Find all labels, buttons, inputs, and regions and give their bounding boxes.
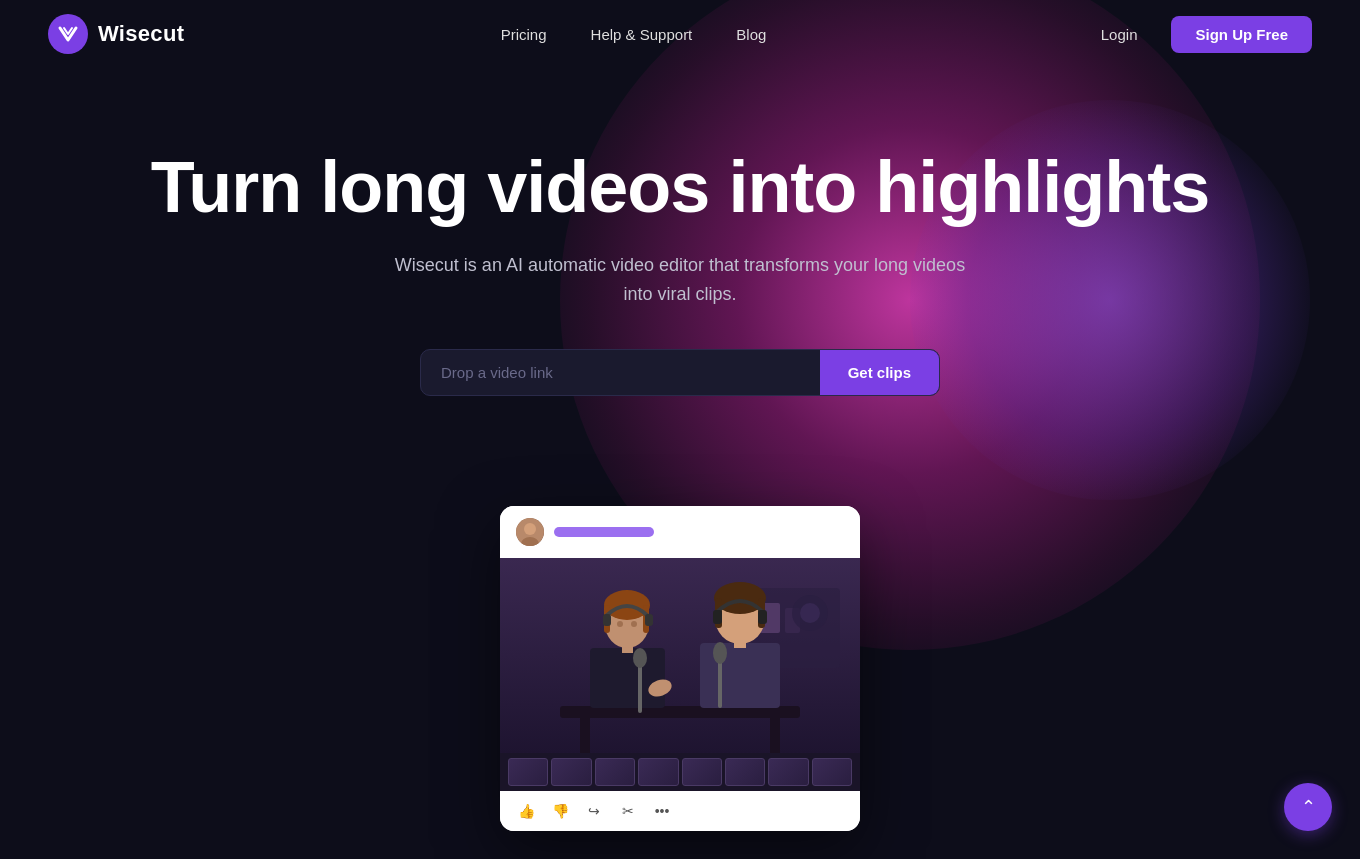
video-title-bar	[554, 527, 654, 537]
hero-section: Turn long videos into highlights Wisecut…	[0, 68, 1360, 506]
timeline-thumb-5	[682, 758, 722, 786]
timeline-thumb-4	[638, 758, 678, 786]
nav-link-blog[interactable]: Blog	[718, 18, 784, 51]
nav-link-pricing[interactable]: Pricing	[483, 18, 565, 51]
like-icon[interactable]: 👍	[516, 801, 536, 821]
svg-rect-13	[770, 716, 780, 753]
nav-right: Login Sign Up Free	[1083, 16, 1312, 53]
video-card: 👍 👎 ↪ ✂ •••	[500, 506, 860, 831]
get-clips-button[interactable]: Get clips	[820, 350, 939, 395]
hero-title: Turn long videos into highlights	[20, 148, 1340, 227]
timeline-thumb-6	[725, 758, 765, 786]
svg-point-35	[713, 642, 727, 664]
svg-rect-33	[758, 610, 767, 624]
svg-point-22	[617, 621, 623, 627]
timeline-thumb-2	[551, 758, 591, 786]
video-preview-section: 👍 👎 ↪ ✂ •••	[0, 506, 1360, 831]
svg-rect-32	[713, 610, 722, 624]
svg-point-2	[524, 523, 536, 535]
video-actions: 👍 👎 ↪ ✂ •••	[500, 791, 860, 831]
timeline-thumb-8	[812, 758, 852, 786]
avatar	[516, 518, 544, 546]
logo[interactable]: Wisecut	[48, 14, 184, 54]
scroll-top-button[interactable]: ⌃	[1284, 783, 1332, 831]
svg-rect-24	[638, 663, 642, 713]
svg-rect-20	[603, 614, 611, 626]
hero-subtitle: Wisecut is an AI automatic video editor …	[380, 251, 980, 309]
video-link-input[interactable]	[421, 350, 820, 395]
chevron-up-icon: ⌃	[1301, 796, 1316, 818]
nav-link-help-support[interactable]: Help & Support	[573, 18, 711, 51]
svg-rect-21	[645, 614, 653, 626]
svg-point-23	[631, 621, 637, 627]
svg-rect-12	[580, 716, 590, 753]
logo-icon	[48, 14, 88, 54]
nav-links: Pricing Help & Support Blog	[483, 18, 785, 51]
svg-point-25	[633, 648, 647, 668]
timeline-strip	[500, 753, 860, 791]
timeline-thumb-3	[595, 758, 635, 786]
svg-rect-14	[590, 648, 665, 708]
navbar: Wisecut Pricing Help & Support Blog Logi…	[0, 0, 1360, 68]
svg-rect-34	[718, 658, 722, 708]
share-icon[interactable]: ↪	[584, 801, 604, 821]
podcast-scene-svg	[500, 558, 860, 753]
video-link-form: Get clips	[420, 349, 940, 396]
video-card-header	[500, 506, 860, 558]
video-thumbnail	[500, 558, 860, 753]
login-link[interactable]: Login	[1083, 18, 1156, 51]
brand-name: Wisecut	[98, 21, 184, 47]
timeline-thumb-7	[768, 758, 808, 786]
signup-button[interactable]: Sign Up Free	[1171, 16, 1312, 53]
clip-icon[interactable]: ✂	[618, 801, 638, 821]
svg-rect-26	[700, 643, 780, 708]
svg-point-10	[800, 603, 820, 623]
timeline-thumb-1	[508, 758, 548, 786]
more-icon[interactable]: •••	[652, 801, 672, 821]
dislike-icon[interactable]: 👎	[550, 801, 570, 821]
